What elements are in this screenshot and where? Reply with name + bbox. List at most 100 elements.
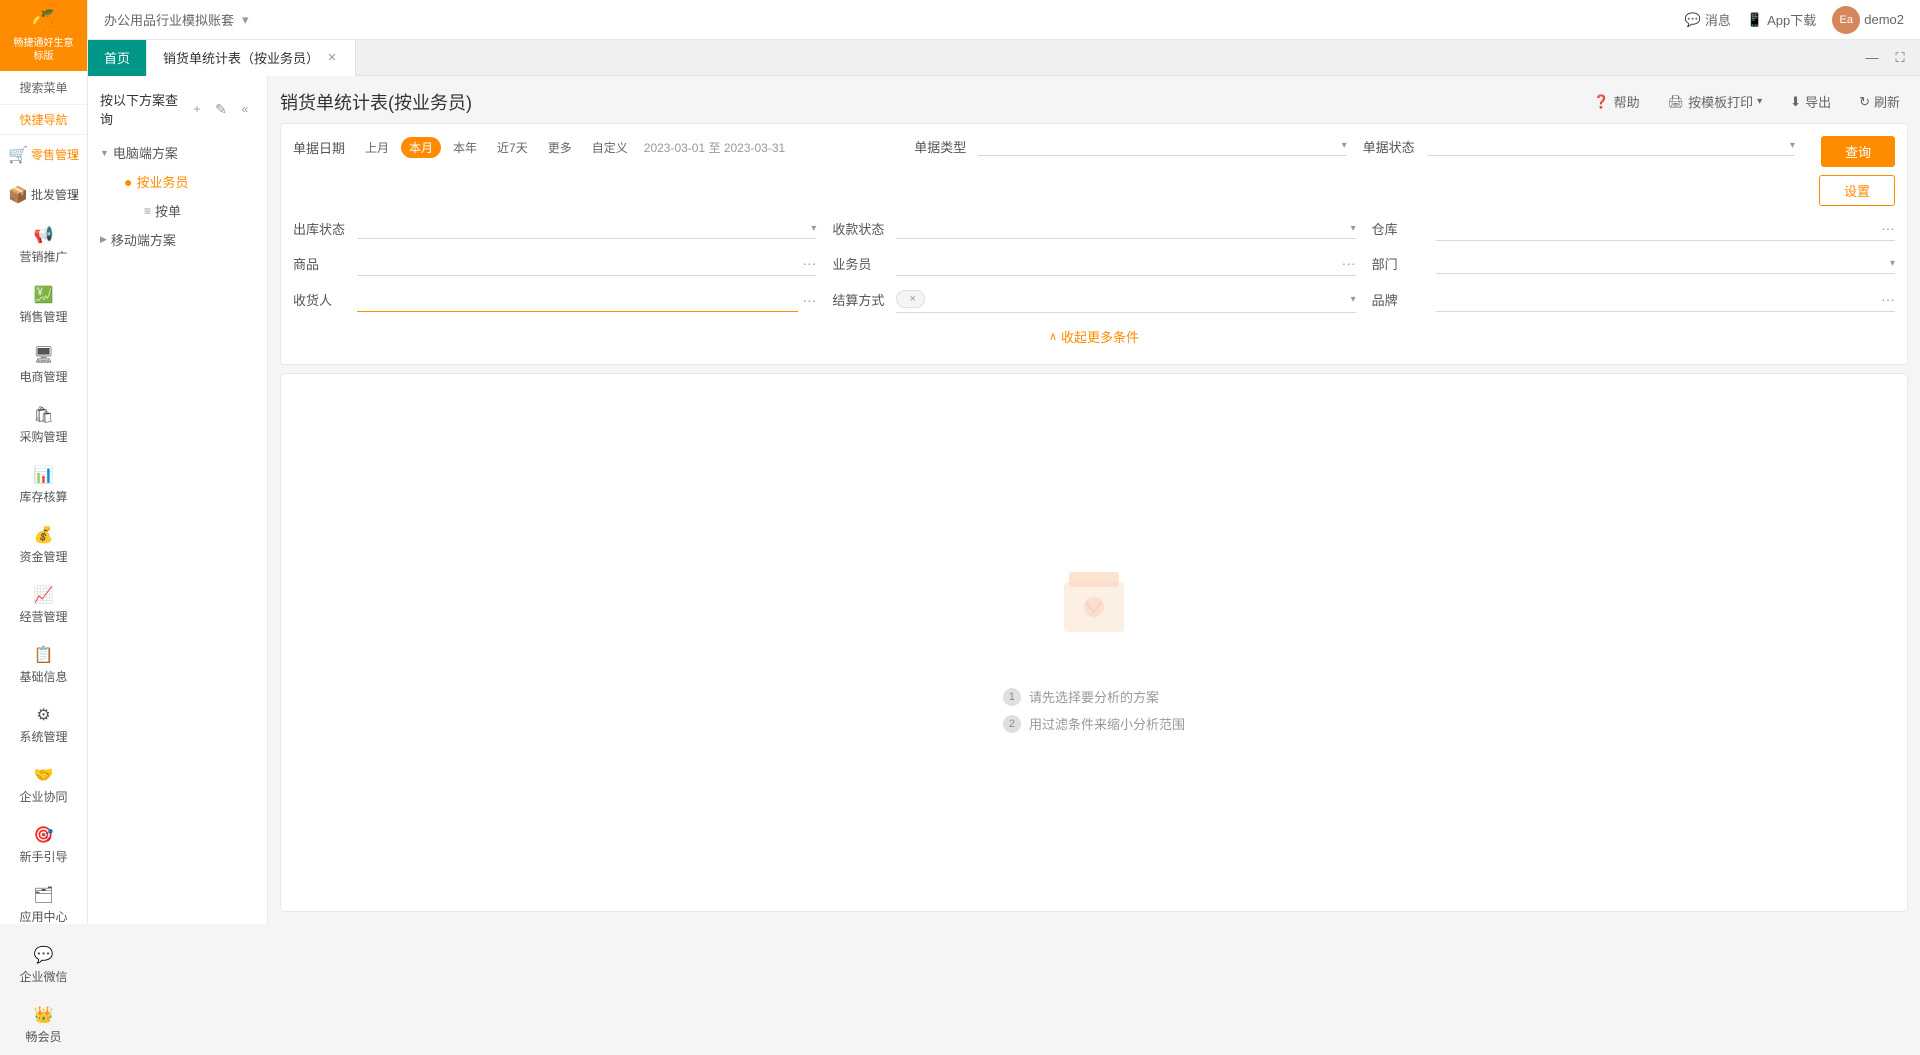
tab-close-btn[interactable]: ✕: [325, 51, 339, 65]
sidebar-item-operations[interactable]: 📈 经营管理: [0, 575, 87, 635]
goods-select[interactable]: ···: [357, 251, 816, 276]
page-title-bar: 销货单统计表(按业务员) ❓ 帮助 🖨 按模板打印 ▾ ⬇ 导出: [280, 88, 1908, 115]
sidebar-item-wechat[interactable]: 💬 企业微信: [0, 935, 87, 995]
topbar: 办公用品行业模拟账套 ▾ 💬 消息 📱 App下载 Ea demo2: [88, 0, 1920, 40]
system-icon: ⚙: [36, 705, 50, 725]
tree-desktop: ▼ 电脑端方案 ● 按业务员 ≡ 按单 ▶: [88, 134, 267, 258]
print-dropdown-arrow: ▾: [1757, 96, 1762, 107]
date-btn-thismonth[interactable]: 本月: [401, 137, 441, 158]
print-icon: 🖨: [1668, 94, 1685, 110]
topbar-title: 办公用品行业模拟账套: [104, 10, 234, 29]
department-select[interactable]: ▾: [1436, 254, 1895, 274]
sidebar-item-retail[interactable]: 🛒 零售管理: [0, 135, 87, 175]
settlement-select[interactable]: × ▾: [896, 286, 1355, 313]
retail-icon: 🛒: [8, 145, 28, 165]
search-menu[interactable]: 搜索菜单: [0, 71, 87, 105]
receipt-status-select[interactable]: ▾: [896, 219, 1355, 239]
panel-edit-icon[interactable]: ✎: [211, 99, 231, 119]
warehouse-select[interactable]: ···: [1436, 216, 1895, 241]
sidebar-item-marketing[interactable]: 📢 营销推广: [0, 215, 87, 275]
doc-status-select[interactable]: ▾: [1427, 136, 1795, 156]
member-icon: 👑: [34, 1005, 54, 1025]
tree-item-salesperson[interactable]: ● 按业务员: [112, 167, 267, 196]
logo-icon: 🍊: [8, 8, 79, 37]
sidebar-item-system[interactable]: ⚙ 系统管理: [0, 695, 87, 755]
receiver-dots[interactable]: ···: [802, 292, 816, 308]
wechat-icon: 💬: [34, 945, 54, 965]
sidebar-item-basic[interactable]: 📋 基础信息: [0, 635, 87, 695]
salesperson-label: 业务员: [832, 254, 888, 273]
tree-desktop-label[interactable]: ▼ 电脑端方案: [88, 138, 267, 167]
refresh-btn[interactable]: ↻ 刷新: [1851, 88, 1908, 115]
export-btn[interactable]: ⬇ 导出: [1782, 88, 1839, 115]
receipt-status-arrow: ▾: [1351, 223, 1356, 234]
message-btn[interactable]: 💬 消息: [1685, 10, 1731, 29]
topbar-left: 办公用品行业模拟账套 ▾: [104, 10, 249, 29]
date-btn-custom[interactable]: 自定义: [584, 136, 636, 159]
brand-dots[interactable]: ···: [1881, 291, 1895, 307]
sidebar-item-wholesale[interactable]: 📦 批发管理: [0, 175, 87, 215]
sidebar-item-finance[interactable]: 💰 资金管理: [0, 515, 87, 575]
settings-button[interactable]: 设置: [1819, 175, 1895, 206]
query-button[interactable]: 查询: [1821, 136, 1895, 167]
topbar-dropdown-arrow[interactable]: ▾: [242, 12, 249, 28]
date-btn-thisyear[interactable]: 本年: [445, 136, 485, 159]
goods-dots[interactable]: ···: [802, 255, 816, 271]
tab-home[interactable]: 首页: [88, 40, 147, 76]
app-logo[interactable]: 🍊 畅捷通好生意标版: [0, 0, 87, 71]
tree-desktop-children: ● 按业务员 ≡ 按单: [88, 167, 267, 225]
page-actions: ❓ 帮助 🖨 按模板打印 ▾ ⬇ 导出 ↻ 刷新: [1585, 88, 1908, 115]
page-title: 销货单统计表(按业务员): [280, 89, 472, 115]
tab-maximize-btn[interactable]: ⛶: [1888, 46, 1912, 70]
doc-status-arrow: ▾: [1790, 140, 1795, 151]
user-profile[interactable]: Ea demo2: [1832, 6, 1904, 34]
tree-item-byorder[interactable]: ≡ 按单: [132, 196, 267, 225]
receiver-input[interactable]: [357, 288, 798, 312]
collapse-chevron-icon: ∧: [1049, 330, 1057, 343]
sidebar-item-appcenter[interactable]: 🗂 应用中心: [0, 875, 87, 935]
panel-add-icon[interactable]: +: [187, 99, 207, 119]
salesperson-dots[interactable]: ···: [1342, 255, 1356, 271]
brand-select[interactable]: ···: [1436, 287, 1895, 312]
tabbar: 首页 销货单统计表（按业务员） ✕ — ⛶: [88, 40, 1920, 76]
sidebar-item-sales[interactable]: 💹 销售管理: [0, 275, 87, 335]
tab-minimize-btn[interactable]: —: [1860, 46, 1884, 70]
sidebar-item-newuser[interactable]: 🎯 新手引导: [0, 815, 87, 875]
warehouse-label: 仓库: [1372, 219, 1428, 238]
sales-icon: 💹: [34, 285, 54, 305]
sidebar-item-member[interactable]: 👑 畅会员: [0, 995, 87, 1055]
tree-mobile-label[interactable]: ▶ 移动端方案: [88, 225, 267, 254]
settlement-label: 结算方式: [832, 290, 888, 309]
settlement-tag-remove[interactable]: ×: [909, 293, 915, 305]
empty-hints: 1 请先选择要分析的方案 2 用过滤条件来缩小分析范围: [1003, 687, 1185, 733]
wholesale-icon: 📦: [8, 185, 28, 205]
panel-header-icons: + ✎ «: [187, 99, 255, 119]
goods-label: 商品: [293, 254, 349, 273]
date-btn-more[interactable]: 更多: [540, 136, 580, 159]
tab-sales-stat[interactable]: 销货单统计表（按业务员） ✕: [147, 40, 356, 76]
receipt-status-label: 收款状态: [832, 219, 888, 238]
app-download-btn[interactable]: 📱 App下载: [1747, 10, 1816, 29]
panel-collapse-icon[interactable]: «: [235, 99, 255, 119]
sidebar-item-ecommerce[interactable]: 🖥 电商管理: [0, 335, 87, 395]
template-print-btn[interactable]: 🖨 按模板打印 ▾: [1660, 88, 1771, 115]
sidebar-item-purchase[interactable]: 🛍 采购管理: [0, 395, 87, 455]
app-download-icon: 📱: [1747, 12, 1763, 28]
date-btn-7days[interactable]: 近7天: [489, 136, 536, 159]
help-btn[interactable]: ❓ 帮助: [1585, 88, 1647, 115]
corp-icon: 🤝: [34, 765, 54, 785]
basic-icon: 📋: [34, 645, 54, 665]
collapse-button[interactable]: ∧ 收起更多条件: [293, 321, 1895, 352]
brand-label: 品牌: [1372, 290, 1428, 309]
sidebar-item-corp[interactable]: 🤝 企业协同: [0, 755, 87, 815]
warehouse-dots[interactable]: ···: [1881, 220, 1895, 236]
receiver-label: 收货人: [293, 290, 349, 309]
right-main: 销货单统计表(按业务员) ❓ 帮助 🖨 按模板打印 ▾ ⬇ 导出: [268, 76, 1920, 924]
quick-nav[interactable]: 快捷导航: [0, 105, 87, 135]
out-status-select[interactable]: ▾: [357, 219, 816, 239]
date-btn-lastmonth[interactable]: 上月: [357, 136, 397, 159]
doc-type-select[interactable]: ▾: [978, 136, 1346, 156]
sidebar-item-inventory[interactable]: 📊 库存核算: [0, 455, 87, 515]
tree-arrow-desktop: ▼: [100, 148, 109, 158]
salesperson-select[interactable]: ···: [896, 251, 1355, 276]
